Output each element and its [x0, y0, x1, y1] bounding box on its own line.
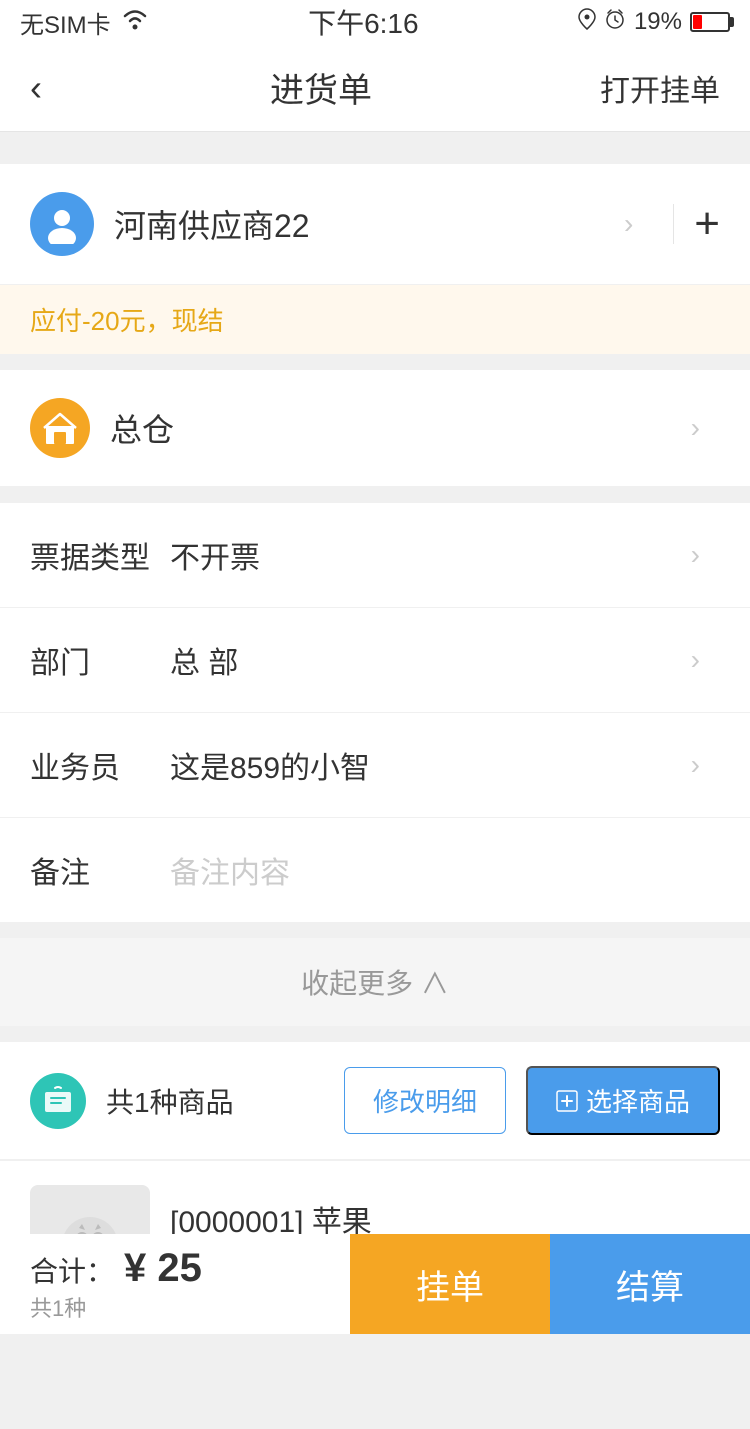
- salesman-value: 这是859的小智: [150, 743, 691, 787]
- status-time: 下午6:16: [308, 2, 419, 42]
- total-area: 合计： ¥ 25 共1种: [0, 1234, 350, 1334]
- salesman-label: 业务员: [30, 743, 150, 787]
- supplier-section: 河南供应商22 › + 应付-20元，现结: [0, 164, 750, 354]
- supplier-chevron-icon: ›: [624, 208, 633, 240]
- remarks-row[interactable]: 备注 备注内容: [0, 817, 750, 922]
- total-label-row: 合计： ¥ 25: [30, 1246, 320, 1291]
- collapse-button[interactable]: 收起更多 ∧: [0, 938, 750, 1026]
- select-product-label: 选择商品: [586, 1082, 690, 1119]
- invoice-type-value: 不开票: [150, 533, 691, 577]
- nav-bar: ‹ 进货单 打开挂单: [0, 44, 750, 132]
- warehouse-chevron-icon: ›: [691, 412, 700, 444]
- checkout-button[interactable]: 结算: [550, 1234, 750, 1334]
- select-product-button[interactable]: 选择商品: [526, 1066, 720, 1135]
- alarm-icon: [604, 8, 626, 37]
- warehouse-row[interactable]: 总仓 ›: [0, 370, 750, 486]
- product-icon: [30, 1073, 86, 1129]
- product-count: 共1种商品: [106, 1081, 324, 1121]
- divider-vertical: [673, 204, 674, 244]
- salesman-chevron-icon: ›: [691, 749, 700, 781]
- wifi-icon: [121, 8, 149, 37]
- notice-bar: 应付-20元，现结: [0, 285, 750, 354]
- page-title: 进货单: [270, 63, 372, 112]
- back-button[interactable]: ‹: [30, 67, 42, 109]
- status-bar: 无SIM卡 下午6:16 19%: [0, 0, 750, 44]
- supplier-name: 河南供应商22: [114, 201, 624, 247]
- battery-text: 19%: [634, 8, 682, 36]
- remarks-input[interactable]: 备注内容: [150, 848, 720, 892]
- notice-text: 应付-20元，现结: [30, 306, 224, 336]
- edit-detail-button[interactable]: 修改明细: [344, 1067, 506, 1134]
- product-header: 共1种商品 修改明细 选择商品: [0, 1042, 750, 1159]
- invoice-type-chevron-icon: ›: [691, 539, 700, 571]
- total-amount: ¥ 25: [124, 1246, 202, 1291]
- add-supplier-button[interactable]: +: [694, 202, 720, 246]
- supplier-avatar: [30, 192, 94, 256]
- status-right: 19%: [578, 8, 730, 37]
- invoice-type-label: 票据类型: [30, 533, 150, 577]
- status-left: 无SIM卡: [20, 5, 149, 40]
- open-hang-button[interactable]: 打开挂单: [600, 66, 720, 110]
- warehouse-icon: [30, 398, 90, 458]
- warehouse-section: 总仓 ›: [0, 370, 750, 486]
- warehouse-name: 总仓: [110, 405, 691, 451]
- salesman-row[interactable]: 业务员 这是859的小智 ›: [0, 712, 750, 817]
- location-icon: [578, 8, 596, 37]
- total-sub: 共1种: [30, 1291, 320, 1323]
- collapse-text: 收起更多 ∧: [301, 962, 449, 1002]
- bottom-spacer: [0, 1329, 750, 1429]
- divider-1: [0, 132, 750, 148]
- dept-row[interactable]: 部门 总 部 ›: [0, 607, 750, 712]
- carrier-text: 无SIM卡: [20, 5, 111, 40]
- battery-icon: [690, 12, 730, 32]
- hang-button[interactable]: 挂单: [350, 1234, 550, 1334]
- dept-chevron-icon: ›: [691, 644, 700, 676]
- dept-label: 部门: [30, 638, 150, 682]
- supplier-row[interactable]: 河南供应商22 › +: [0, 164, 750, 285]
- bottom-bar: 合计： ¥ 25 共1种 挂单 结算: [0, 1234, 750, 1334]
- remarks-label: 备注: [30, 848, 150, 892]
- form-section: 票据类型 不开票 › 部门 总 部 › 业务员 这是859的小智 › 备注 备注…: [0, 502, 750, 922]
- total-label: 合计：: [30, 1250, 114, 1290]
- dept-value: 总 部: [150, 638, 691, 682]
- invoice-type-row[interactable]: 票据类型 不开票 ›: [0, 502, 750, 607]
